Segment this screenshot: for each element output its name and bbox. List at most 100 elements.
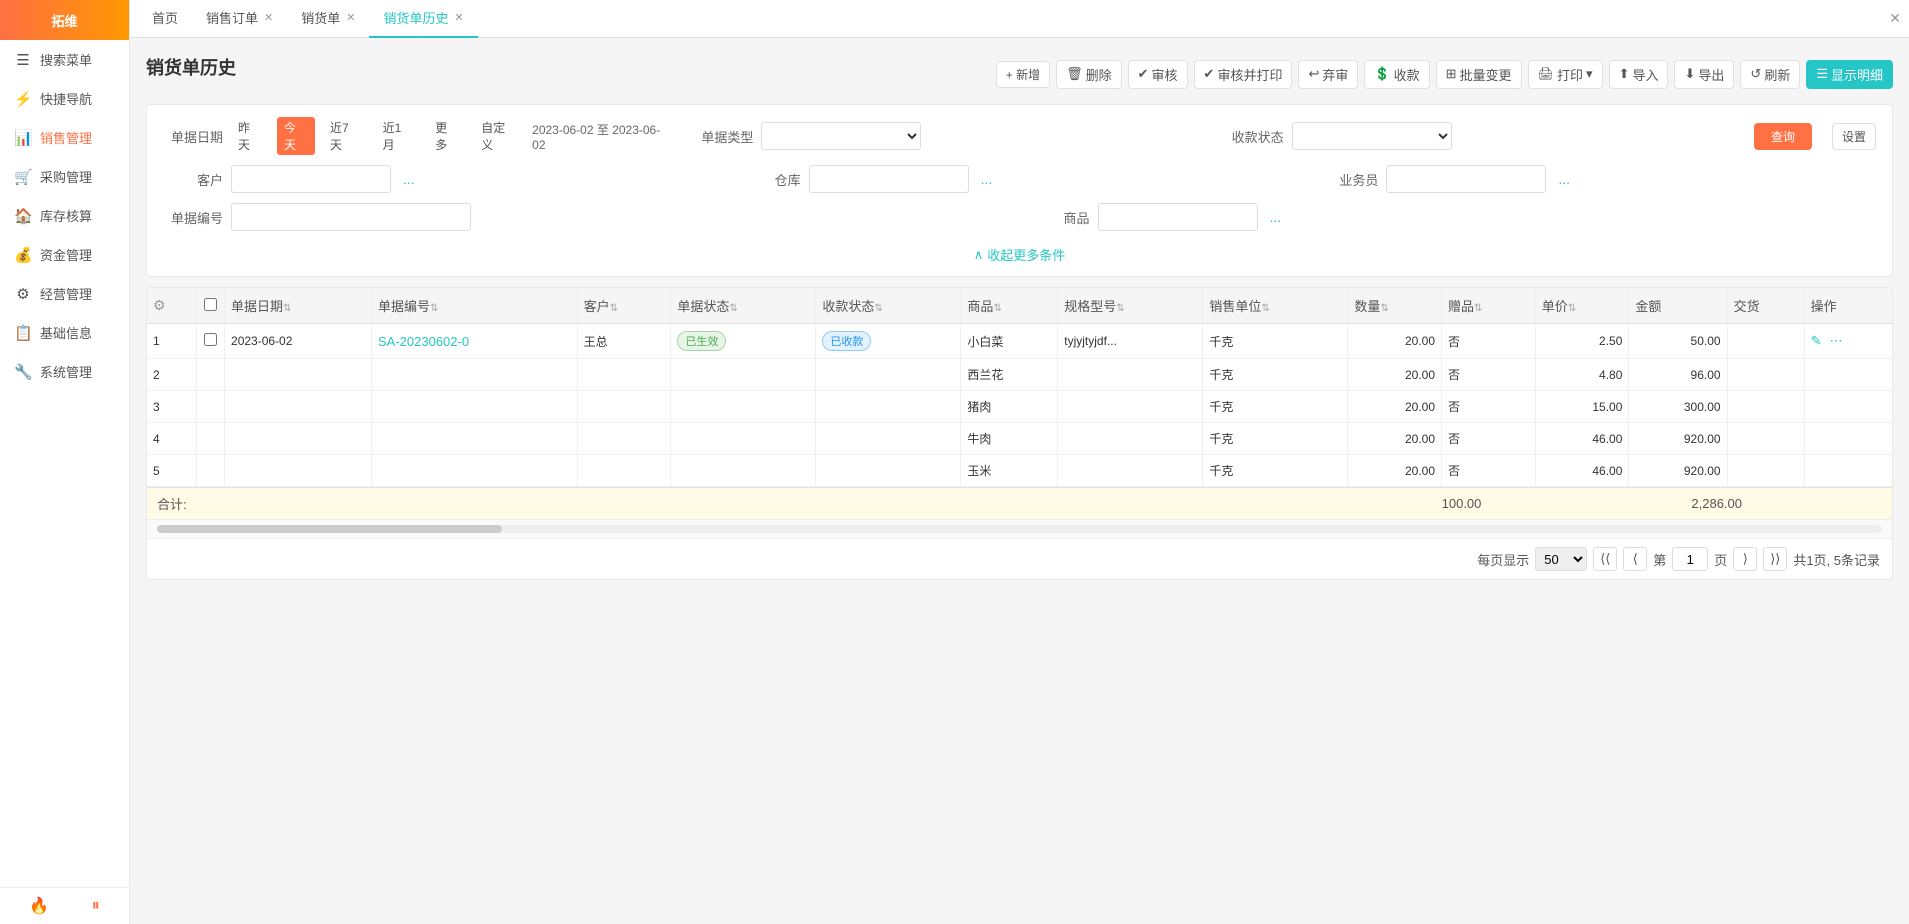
sort-gift-icon[interactable]: ⇅ bbox=[1474, 303, 1482, 314]
row-transaction bbox=[1727, 391, 1804, 423]
page-number-input[interactable] bbox=[1672, 547, 1708, 571]
sidebar-item-quick-nav[interactable]: ⚡ 快捷导航 bbox=[0, 79, 129, 118]
row-transaction bbox=[1727, 455, 1804, 487]
sort-doc-status-icon[interactable]: ⇅ bbox=[729, 303, 737, 314]
row-doc-number[interactable]: SA-20230602-0 bbox=[372, 324, 578, 359]
col-checkbox bbox=[197, 288, 225, 324]
page-suffix: 页 bbox=[1714, 550, 1727, 569]
sort-qty-icon[interactable]: ⇅ bbox=[1380, 303, 1388, 314]
delete-button[interactable]: 🗑 删除 bbox=[1056, 60, 1122, 89]
export-button[interactable]: ⬇ 导出 bbox=[1674, 60, 1734, 89]
abandon-button[interactable]: ↩ 弃审 bbox=[1298, 60, 1358, 89]
warehouse-more-dots[interactable]: ... bbox=[981, 171, 993, 187]
per-page-select[interactable]: 50 10 20 100 bbox=[1535, 547, 1587, 571]
sidebar-pause-btn[interactable]: ⏸ bbox=[92, 897, 100, 915]
sort-goods-icon[interactable]: ⇅ bbox=[993, 303, 1001, 314]
scrollbar-thumb[interactable] bbox=[157, 525, 502, 533]
show-detail-button[interactable]: ☰ 显示明细 bbox=[1806, 60, 1893, 89]
sort-doc-date-icon[interactable]: ⇅ bbox=[283, 303, 291, 314]
settings-button[interactable]: 设置 bbox=[1832, 123, 1876, 150]
tab-bar-close-all[interactable]: ✕ bbox=[1889, 10, 1901, 27]
sidebar-item-purchase-mgmt[interactable]: 🛒 采购管理 bbox=[0, 157, 129, 196]
row-price: 46.00 bbox=[1535, 455, 1629, 487]
sidebar-item-operation-mgmt[interactable]: ⚙ 经营管理 bbox=[0, 274, 129, 313]
sidebar-item-finance-mgmt[interactable]: 💰 资金管理 bbox=[0, 235, 129, 274]
goods-more-dots[interactable]: ... bbox=[1270, 209, 1282, 225]
date-tag-custom[interactable]: 自定义 bbox=[474, 117, 524, 155]
row-action bbox=[1804, 391, 1892, 423]
row-checkbox[interactable] bbox=[204, 333, 217, 346]
col-gear[interactable]: ⚙ bbox=[147, 288, 197, 324]
doc-number-input[interactable] bbox=[231, 203, 471, 231]
row-checkbox-cell bbox=[197, 391, 225, 423]
sort-payment-status-icon[interactable]: ⇅ bbox=[874, 303, 882, 314]
sidebar-item-sales-mgmt[interactable]: 📊 销售管理 bbox=[0, 118, 129, 157]
doc-type-select[interactable] bbox=[761, 122, 921, 150]
data-table: ⚙ 单据日期⇅ 单据编号⇅ 客户⇅ 单据状态⇅ 收款状态⇅ 商品⇅ 规格型号⇅ … bbox=[146, 287, 1893, 580]
tab-sales-history-close[interactable]: ✕ bbox=[455, 11, 464, 24]
col-doc-status: 单据状态⇅ bbox=[671, 288, 816, 324]
tab-sales-delivery[interactable]: 销货单 ✕ bbox=[287, 0, 369, 38]
collapse-filter-btn[interactable]: ∧ 收起更多条件 bbox=[163, 241, 1876, 264]
audit-button[interactable]: ✔ 审核 bbox=[1128, 60, 1188, 89]
customer-input[interactable] bbox=[231, 165, 391, 193]
tab-sales-history-label: 销货单历史 bbox=[383, 8, 448, 27]
page-header: 销货单历史 + 新增 🗑 删除 ✔ 审核 ✔ 审核并打印 ↩ 弃审 bbox=[146, 54, 1893, 94]
sidebar-item-inventory[interactable]: 🏠 库存核算 bbox=[0, 196, 129, 235]
next-page-btn[interactable]: ⟩ bbox=[1733, 547, 1757, 571]
table-gear-icon[interactable]: ⚙ bbox=[153, 297, 166, 313]
audit-print-button[interactable]: ✔ 审核并打印 bbox=[1194, 60, 1293, 89]
sidebar-item-search-menu[interactable]: ☰ 搜索菜单 bbox=[0, 40, 129, 79]
batch-change-button[interactable]: ⊞ 批量变更 bbox=[1436, 60, 1522, 89]
date-tag-today[interactable]: 今天 bbox=[277, 117, 315, 155]
sidebar-bottom: 🔥 ⏸ bbox=[0, 887, 129, 924]
payment-status-badge: 已收款 bbox=[822, 331, 871, 351]
salesperson-input[interactable] bbox=[1386, 165, 1546, 193]
prev-page-btn[interactable]: ⟨ bbox=[1623, 547, 1647, 571]
sidebar-item-label: 搜索菜单 bbox=[40, 50, 92, 69]
new-button[interactable]: + 新增 bbox=[996, 61, 1050, 88]
import-button[interactable]: ⬆ 导入 bbox=[1609, 60, 1669, 89]
refresh-button[interactable]: ↺ 刷新 bbox=[1740, 60, 1800, 89]
sort-unit-icon[interactable]: ⇅ bbox=[1261, 303, 1269, 314]
goods-input[interactable] bbox=[1098, 203, 1258, 231]
sort-doc-number-icon[interactable]: ⇅ bbox=[430, 303, 438, 314]
sort-price-icon[interactable]: ⇅ bbox=[1568, 303, 1576, 314]
per-page-label: 每页显示 bbox=[1477, 550, 1529, 569]
select-all-checkbox[interactable] bbox=[204, 298, 217, 311]
query-button[interactable]: 查询 bbox=[1754, 123, 1812, 150]
date-tag-1month[interactable]: 近1月 bbox=[376, 117, 421, 155]
warehouse-input[interactable] bbox=[809, 165, 969, 193]
doc-number-link[interactable]: SA-20230602-0 bbox=[378, 334, 469, 349]
sort-customer-icon[interactable]: ⇅ bbox=[610, 303, 618, 314]
date-tag-more[interactable]: 更多 bbox=[428, 117, 466, 155]
sidebar-item-basic-info[interactable]: 📋 基础信息 bbox=[0, 313, 129, 352]
tab-sales-order-close[interactable]: ✕ bbox=[264, 11, 273, 24]
page-content: 销货单历史 + 新增 🗑 删除 ✔ 审核 ✔ 审核并打印 ↩ 弃审 bbox=[130, 38, 1909, 924]
sort-spec-icon[interactable]: ⇅ bbox=[1116, 303, 1124, 314]
first-page-btn[interactable]: ⟨⟨ bbox=[1593, 547, 1617, 571]
payment-status-select[interactable] bbox=[1292, 122, 1452, 150]
horizontal-scrollbar[interactable] bbox=[147, 519, 1892, 538]
customer-more-dots[interactable]: ... bbox=[403, 171, 415, 187]
sidebar-item-system-mgmt[interactable]: 🔧 系统管理 bbox=[0, 352, 129, 391]
tab-sales-order[interactable]: 销售订单 ✕ bbox=[192, 0, 287, 38]
last-page-btn[interactable]: ⟩⟩ bbox=[1763, 547, 1787, 571]
salesperson-more-dots[interactable]: ... bbox=[1558, 171, 1570, 187]
tab-sales-history[interactable]: 销货单历史 ✕ bbox=[369, 0, 477, 38]
row-payment-status bbox=[816, 391, 961, 423]
collect-button[interactable]: 💲 收款 bbox=[1364, 60, 1429, 89]
row-price: 4.80 bbox=[1535, 359, 1629, 391]
row-spec bbox=[1058, 423, 1203, 455]
print-button[interactable]: 🖨 打印 ▾ bbox=[1528, 60, 1603, 89]
more-action-icon[interactable]: ⋯ bbox=[1830, 333, 1843, 349]
edit-icon[interactable]: ✎ bbox=[1811, 333, 1822, 349]
doc-status-badge: 已生效 bbox=[677, 331, 726, 351]
date-tag-yesterday[interactable]: 昨天 bbox=[231, 117, 269, 155]
sidebar-fire-btn[interactable]: 🔥 bbox=[29, 896, 49, 916]
table-header-row: ⚙ 单据日期⇅ 单据编号⇅ 客户⇅ 单据状态⇅ 收款状态⇅ 商品⇅ 规格型号⇅ … bbox=[147, 288, 1892, 324]
tab-home[interactable]: 首页 bbox=[138, 0, 192, 38]
col-payment-status: 收款状态⇅ bbox=[816, 288, 961, 324]
tab-sales-delivery-close[interactable]: ✕ bbox=[346, 11, 355, 24]
date-tag-7days[interactable]: 近7天 bbox=[323, 117, 368, 155]
